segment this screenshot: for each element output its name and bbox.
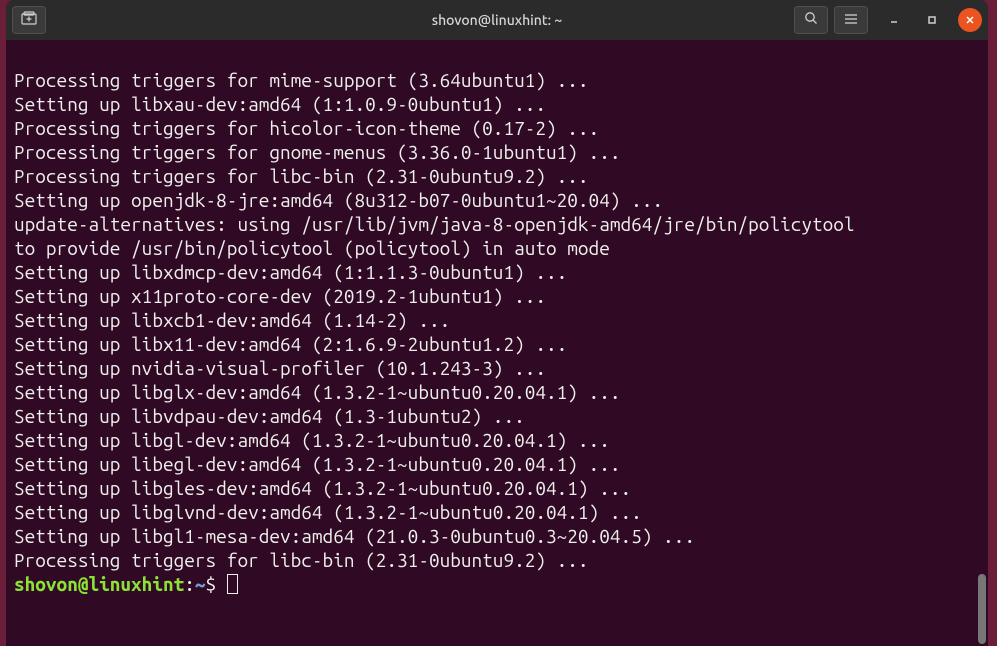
menu-button[interactable]	[834, 6, 868, 34]
search-button[interactable]	[794, 6, 828, 34]
new-tab-button[interactable]	[12, 6, 46, 34]
hamburger-icon	[844, 11, 858, 29]
close-button[interactable]	[958, 8, 982, 32]
prompt-dollar: $	[206, 573, 227, 595]
maximize-button[interactable]	[920, 8, 944, 32]
prompt-path: ~	[195, 573, 206, 595]
window-title: shovon@linuxhint: ~	[432, 12, 563, 28]
prompt-colon: :	[184, 573, 195, 595]
search-icon	[804, 11, 818, 29]
titlebar: shovon@linuxhint: ~	[6, 0, 988, 40]
terminal-output: Processing triggers for mime-support (3.…	[14, 69, 865, 571]
cursor	[227, 574, 238, 594]
new-tab-icon	[21, 11, 37, 29]
terminal-body[interactable]: Processing triggers for mime-support (3.…	[6, 40, 988, 646]
close-icon	[965, 11, 975, 29]
minimize-button[interactable]	[882, 8, 906, 32]
titlebar-right	[794, 6, 982, 34]
terminal-window: shovon@linuxhint: ~	[6, 0, 988, 646]
titlebar-left	[12, 6, 46, 34]
scrollbar-thumb[interactable]	[978, 574, 986, 644]
prompt-user-host: shovon@linuxhint	[14, 573, 184, 595]
maximize-icon	[927, 11, 937, 29]
minimize-icon	[889, 11, 899, 29]
